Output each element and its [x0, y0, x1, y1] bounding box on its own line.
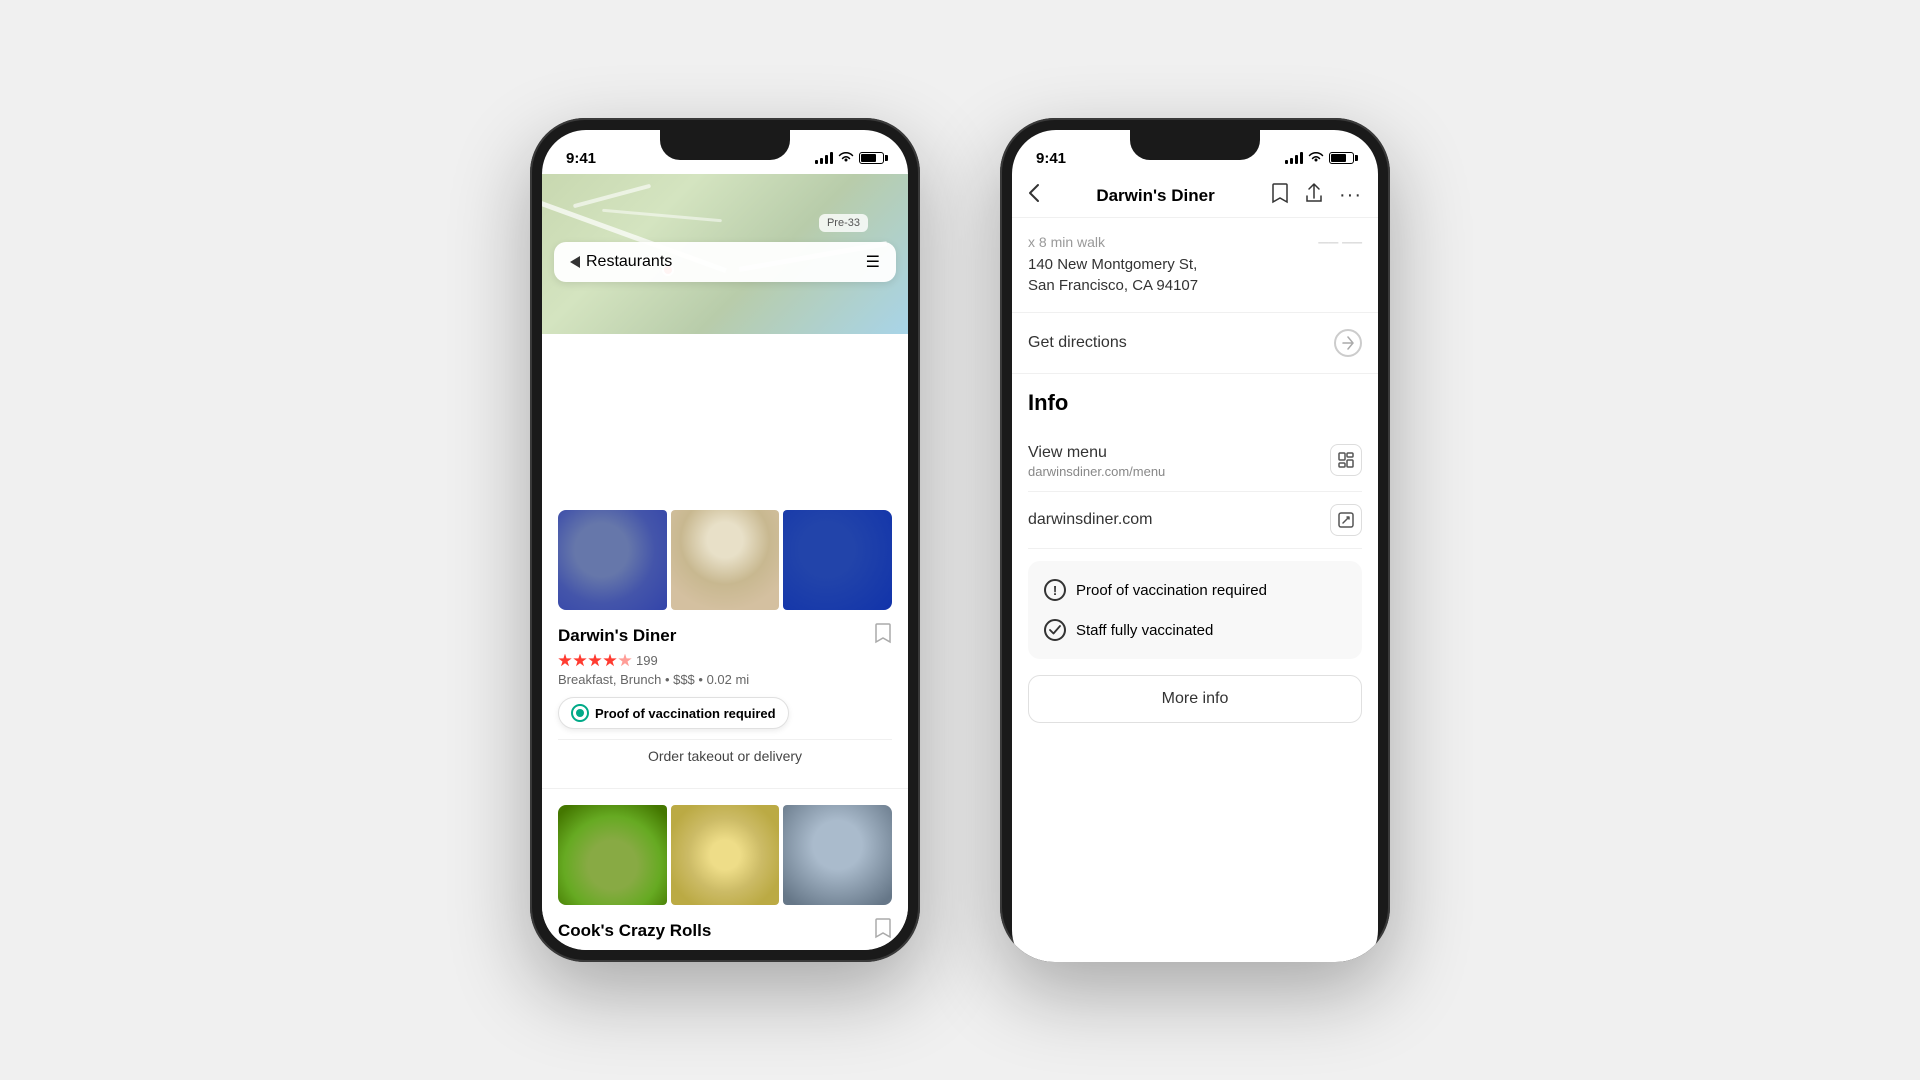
vax-staff-row: Staff fully vaccinated: [1044, 615, 1346, 645]
info-heading: Info: [1028, 390, 1362, 416]
more-info-button[interactable]: More info: [1028, 675, 1362, 723]
cooks-bookmark-icon[interactable]: [874, 917, 892, 944]
notch-2: [1130, 130, 1260, 160]
bookmark-header-icon[interactable]: [1271, 182, 1289, 209]
view-menu-row[interactable]: View menu darwinsdiner.com/menu: [1028, 432, 1362, 492]
detail-content: x 8 min walk ── ── 140 New Montgomery St…: [1012, 218, 1378, 739]
status-icons-2: [1285, 151, 1354, 166]
review-count: 199: [636, 653, 658, 668]
share-header-icon[interactable]: [1305, 182, 1323, 209]
food-image-2: [671, 510, 780, 610]
address-section: x 8 min walk ── ── 140 New Montgomery St…: [1012, 218, 1378, 313]
cooks-crazy-rolls-name: Cook's Crazy Rolls: [558, 921, 711, 941]
view-menu-info: View menu darwinsdiner.com/menu: [1028, 444, 1165, 479]
vax-badge: Proof of vaccination required: [558, 697, 789, 729]
website-text: darwinsdiner.com: [1028, 511, 1153, 529]
view-menu-url: darwinsdiner.com/menu: [1028, 464, 1165, 479]
phone-1-frame: 9:41: [530, 118, 920, 962]
darwin-name-row: Darwin's Diner: [558, 622, 892, 649]
directions-icon: [1334, 329, 1362, 357]
info-section: Info View menu darwinsdiner.com/menu: [1012, 374, 1378, 739]
view-menu-label: View menu: [1028, 444, 1165, 462]
view-menu-icon-btn[interactable]: [1330, 444, 1362, 476]
battery-icon-2: [1329, 152, 1354, 164]
wifi-icon-2: [1308, 151, 1324, 166]
vax-info-box: ! Proof of vaccination required Staff fu…: [1028, 561, 1362, 659]
detail-back-button[interactable]: [1028, 183, 1040, 209]
get-directions-label: Get directions: [1028, 334, 1127, 352]
phone-2-frame: 9:41: [1000, 118, 1390, 962]
status-icons-1: [815, 151, 884, 166]
website-icon-btn[interactable]: [1330, 504, 1362, 536]
order-link[interactable]: Order takeout or delivery: [558, 739, 892, 772]
wifi-icon-1: [838, 151, 854, 166]
signal-icon-2: [1285, 152, 1303, 164]
cooks-name-row: Cook's Crazy Rolls: [558, 917, 892, 944]
phone-1-screen: 9:41: [542, 130, 908, 950]
status-time-2: 9:41: [1036, 150, 1066, 167]
vax-badge-icon: [571, 704, 589, 722]
food-image-6: [783, 805, 892, 905]
address-text: 140 New Montgomery St, San Francisco, CA…: [1028, 254, 1362, 296]
food-image-5: [671, 805, 780, 905]
detail-title: Darwin's Diner: [1096, 186, 1214, 206]
detail-header-icons: ···: [1271, 182, 1362, 209]
restaurants-label: Restaurants: [586, 253, 672, 271]
battery-icon-1: [859, 152, 884, 164]
signal-icon-1: [815, 152, 833, 164]
vax-proof-text: Proof of vaccination required: [1076, 582, 1267, 599]
vax-check-icon: [1044, 619, 1066, 641]
get-directions-row[interactable]: Get directions: [1012, 313, 1378, 374]
darwin-diner-card[interactable]: Darwin's Diner 199: [542, 494, 908, 789]
vax-exclamation-icon: !: [1044, 579, 1066, 601]
darwin-diner-images: [558, 510, 892, 610]
walk-time: x 8 min walk ── ──: [1028, 234, 1362, 250]
cooks-crazy-rolls-card[interactable]: Cook's Crazy Rolls: [542, 789, 908, 950]
map-label: Pre-33: [819, 214, 868, 232]
food-image-3: [783, 510, 892, 610]
food-image-4: [558, 805, 667, 905]
phone-1-content: Darwin's Diner 199: [542, 494, 908, 950]
notch-1: [660, 130, 790, 160]
cooks-images: [558, 805, 892, 905]
detail-header: Darwin's Diner ···: [1012, 174, 1378, 218]
back-arrow-icon: [570, 256, 580, 268]
food-image-1: [558, 510, 667, 610]
star-rating: [558, 654, 632, 668]
status-time-1: 9:41: [566, 150, 596, 167]
vax-proof-row: ! Proof of vaccination required: [1044, 575, 1346, 605]
back-button[interactable]: Restaurants: [570, 253, 672, 271]
stars-row: 199: [558, 653, 892, 668]
list-view-icon[interactable]: ☰: [866, 252, 880, 272]
phone-2-screen: 9:41: [1012, 130, 1378, 962]
restaurant-meta: Breakfast, Brunch • $$$ • 0.02 mi: [558, 672, 892, 687]
darwin-diner-name: Darwin's Diner: [558, 626, 676, 646]
darwin-bookmark-icon[interactable]: [874, 622, 892, 649]
more-header-icon[interactable]: ···: [1339, 184, 1362, 207]
vax-badge-text: Proof of vaccination required: [595, 706, 776, 721]
vax-staff-text: Staff fully vaccinated: [1076, 622, 1213, 639]
website-row[interactable]: darwinsdiner.com: [1028, 492, 1362, 549]
restaurants-header: Restaurants ☰: [554, 242, 896, 282]
